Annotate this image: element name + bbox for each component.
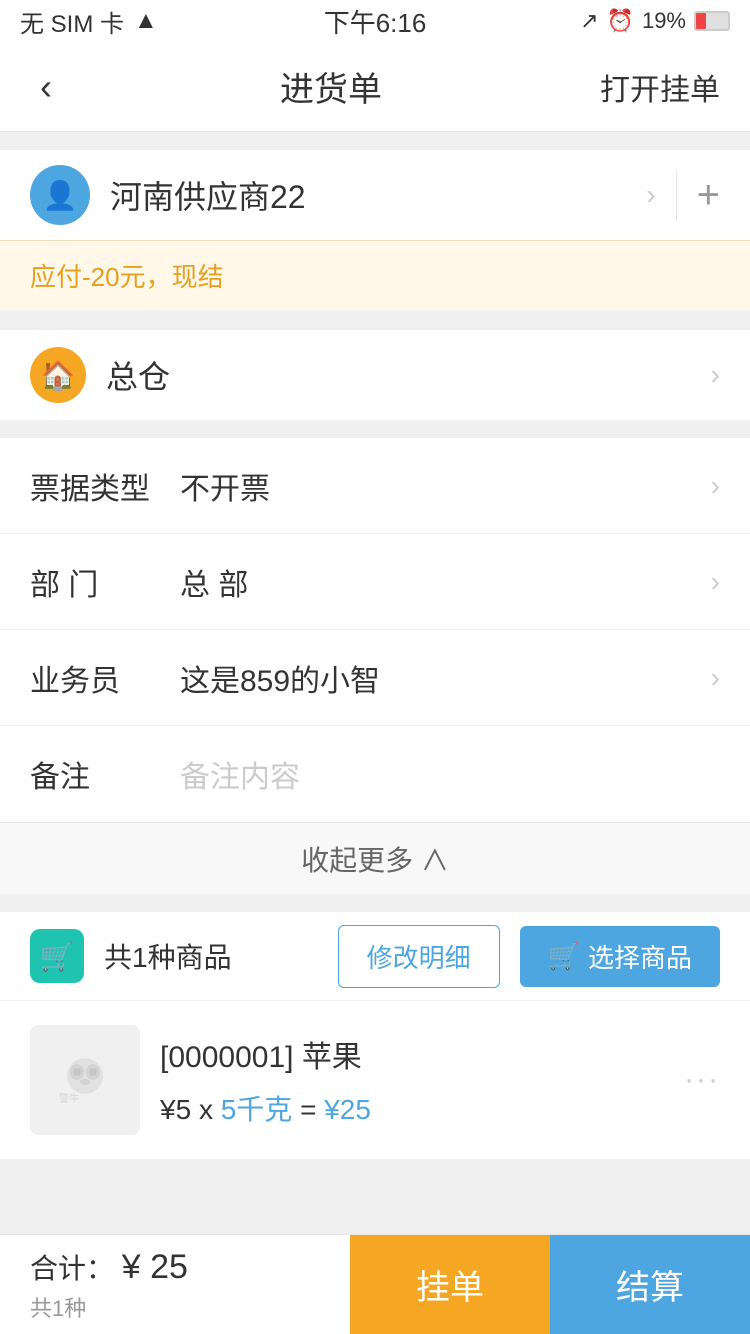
hang-button[interactable]: 挂单	[350, 1235, 550, 1334]
supplier-avatar: 👤	[30, 165, 90, 225]
product-header-icon: 🛒	[30, 929, 84, 983]
product-thumbnail: 警牛	[30, 1025, 140, 1135]
product-more-button[interactable]: ···	[684, 1063, 720, 1097]
form-value-sales: 这是859的小智	[180, 656, 711, 700]
section-gap-1	[0, 132, 750, 150]
cart-icon: 🛒	[40, 940, 75, 973]
svg-text:警牛: 警牛	[59, 1092, 79, 1104]
product-item: 警牛 [0000001] 苹果 ¥5 x 5千克 = ¥25 ···	[0, 1000, 750, 1159]
section-gap-2	[0, 310, 750, 328]
form-row-ticket[interactable]: 票据类型 不开票 ›	[0, 438, 750, 534]
checkout-button[interactable]: 结算	[550, 1235, 750, 1334]
select-product-button[interactable]: 🛒 选择商品	[520, 926, 720, 987]
product-name: [0000001] 苹果	[160, 1032, 664, 1076]
form-value-dept: 总 部	[180, 560, 711, 604]
divider	[676, 170, 677, 220]
form-value-ticket: 不开票	[180, 464, 711, 508]
supplier-name: 河南供应商22	[110, 172, 646, 218]
battery-text: 19%	[642, 8, 686, 34]
status-bar: 无 SIM 卡 ▲ 下午6:16 ↗ ⏰ 19%	[0, 0, 750, 42]
product-info: [0000001] 苹果 ¥5 x 5千克 = ¥25	[160, 1032, 664, 1128]
product-id: [0000001]	[160, 1041, 293, 1074]
sales-chevron-icon: ›	[711, 662, 720, 694]
warehouse-row[interactable]: 🏠 总仓 ›	[0, 330, 750, 420]
form-label-ticket: 票据类型	[30, 464, 180, 508]
price-equals: =	[300, 1094, 324, 1125]
status-right: ↗ ⏰ 19%	[580, 8, 730, 34]
collapse-button[interactable]: 收起更多 ∧	[0, 822, 750, 894]
wifi-icon: ▲	[134, 7, 158, 35]
collapse-label: 收起更多 ∧	[301, 839, 449, 879]
supplier-row[interactable]: 👤 河南供应商22 › +	[0, 150, 750, 240]
hang-label: 挂单	[416, 1260, 484, 1309]
supplier-chevron-icon: ›	[646, 179, 655, 211]
product-quantity: 5千克	[221, 1094, 293, 1125]
carrier-text: 无 SIM 卡	[20, 4, 124, 39]
form-label-sales: 业务员	[30, 656, 180, 700]
product-thumb-icon: 警牛	[55, 1044, 115, 1116]
bottom-bar: 合计： ¥ 25 共1种 挂单 结算	[0, 1234, 750, 1334]
dept-chevron-icon: ›	[711, 566, 720, 598]
form-label-remark: 备注	[30, 752, 180, 796]
status-left: 无 SIM 卡 ▲	[20, 4, 158, 39]
form-row-dept[interactable]: 部 门 总 部 ›	[0, 534, 750, 630]
supplier-info-text: 应付-20元，现结	[30, 262, 224, 292]
total-count: 共1种	[30, 1291, 320, 1323]
form-label-dept: 部 门	[30, 560, 180, 604]
warehouse-icon: 🏠	[30, 347, 86, 403]
form-section: 票据类型 不开票 › 部 门 总 部 › 业务员 这是859的小智 › 备注 备…	[0, 438, 750, 822]
battery-icon	[694, 11, 730, 31]
total-section: 合计： ¥ 25 共1种	[0, 1247, 350, 1323]
product-header: 🛒 共1种商品 修改明细 🛒 选择商品	[0, 912, 750, 1000]
price-multiply: x	[199, 1094, 221, 1125]
open-hang-button[interactable]: 打开挂单	[600, 65, 720, 109]
warehouse-chevron-icon: ›	[711, 359, 720, 391]
form-row-remark[interactable]: 备注 备注内容	[0, 726, 750, 822]
select-cart-icon: 🛒	[548, 941, 580, 972]
ticket-chevron-icon: ›	[711, 470, 720, 502]
nav-bar: ‹ 进货单 打开挂单	[0, 42, 750, 132]
product-title-text: 苹果	[302, 1041, 362, 1074]
form-row-sales[interactable]: 业务员 这是859的小智 ›	[0, 630, 750, 726]
avatar-icon: 👤	[43, 179, 78, 212]
checkout-label: 结算	[616, 1260, 684, 1309]
form-value-remark[interactable]: 备注内容	[180, 752, 720, 796]
total-amount: ¥ 25	[122, 1248, 188, 1286]
home-icon: 🏠	[41, 359, 76, 392]
product-total: ¥25	[324, 1094, 371, 1125]
page-title: 进货单	[280, 62, 382, 111]
content-area: 👤 河南供应商22 › + 应付-20元，现结 🏠 总仓 › 票据类型 不开票 …	[0, 132, 750, 1259]
back-button[interactable]: ‹	[30, 56, 62, 118]
edit-detail-button[interactable]: 修改明细	[338, 925, 500, 988]
total-label: 合计：	[30, 1253, 114, 1284]
location-icon: ↗	[580, 8, 598, 34]
supplier-info-banner: 应付-20元，现结	[0, 240, 750, 310]
alarm-icon: ⏰	[607, 8, 634, 34]
warehouse-name: 总仓	[106, 352, 711, 398]
product-count-text: 共1种商品	[104, 936, 318, 976]
total-row: 合计： ¥ 25	[30, 1247, 320, 1287]
select-product-label: 选择商品	[588, 938, 692, 975]
product-unit-price: ¥5	[160, 1094, 191, 1125]
add-supplier-button[interactable]: +	[697, 173, 720, 218]
product-price-row: ¥5 x 5千克 = ¥25	[160, 1088, 664, 1128]
status-time: 下午6:16	[324, 3, 427, 40]
